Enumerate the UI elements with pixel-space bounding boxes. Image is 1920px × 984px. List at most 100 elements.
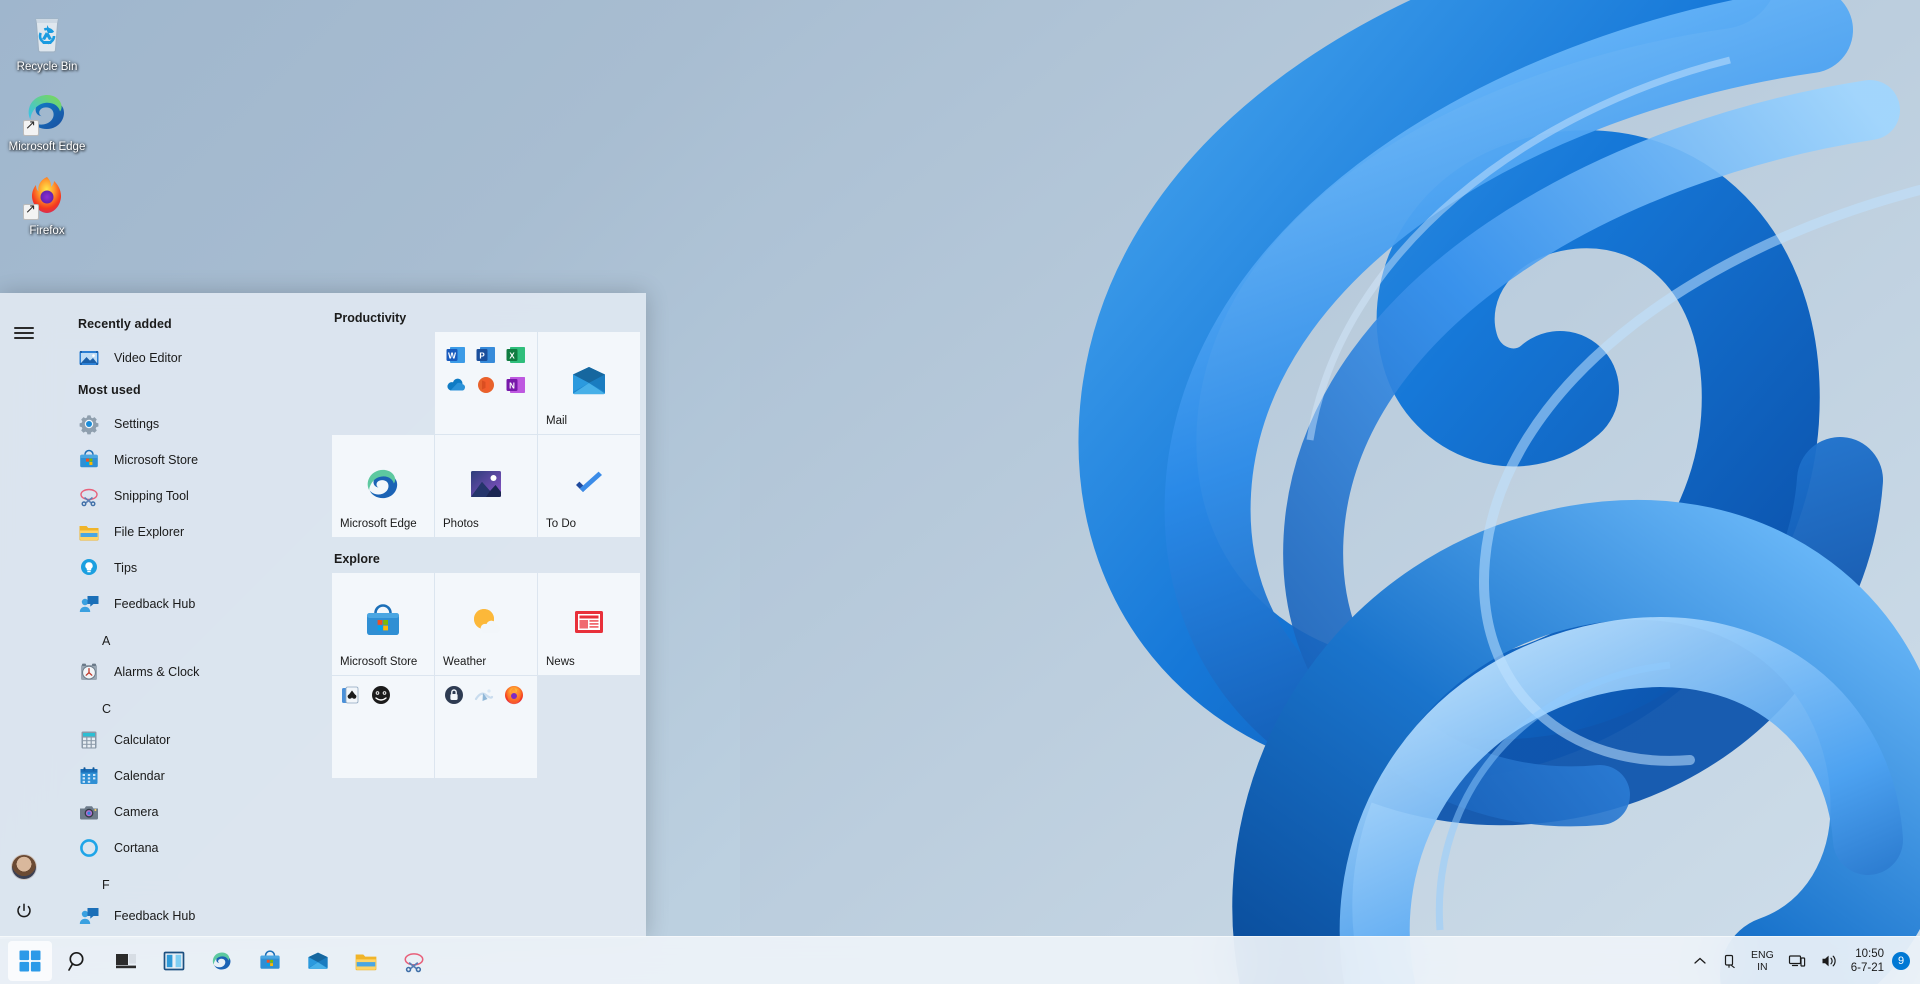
app-list-item-alarms-clock[interactable]: Alarms & Clock [62,654,312,690]
app-list-item-cortana[interactable]: Cortana [62,830,312,866]
app-list-item-microsoft-store[interactable]: Microsoft Store [62,442,312,478]
shortcut-arrow-icon [23,202,39,220]
taskbar-widgets-button[interactable] [152,941,196,981]
taskbar-mail-button[interactable] [296,941,340,981]
tile-grid-explore: Microsoft Store Weather News [332,573,644,779]
mail-icon [306,949,330,973]
tile-to-do[interactable]: To Do [538,435,640,537]
start-menu-rail [0,293,48,939]
app-list-item-settings[interactable]: Settings [62,406,312,442]
microsoft-store-icon [258,949,282,973]
todo-icon [569,464,609,504]
app-list-item-feedback-hub[interactable]: Feedback Hub [62,586,312,622]
start-menu-app-list[interactable]: Recently added Video Editor Most used Se… [48,293,322,939]
language-secondary: IN [1757,960,1768,973]
taskbar-file-explorer-button[interactable] [344,941,388,981]
app-list-item-video-editor[interactable]: Video Editor [62,340,312,376]
feedback-hub-icon [78,593,100,615]
taskbar-microsoft-store-button[interactable] [248,941,292,981]
edge-icon [23,88,71,136]
app-list-item-label: Microsoft Store [114,453,199,467]
app-list-item-file-explorer[interactable]: File Explorer [62,514,312,550]
microsoft-store-icon [363,602,403,642]
app-list-item-calendar[interactable]: Calendar [62,758,312,794]
tray-volume-button[interactable] [1813,941,1845,981]
tray-language-button[interactable]: ENG IN [1744,941,1781,981]
user-account-avatar[interactable] [2,845,46,889]
tile-weather[interactable]: Weather [435,573,537,675]
app-list-item-label: Tips [114,561,138,575]
news-icon [569,602,609,642]
power-button[interactable] [2,889,46,933]
taskbar-task-view-button[interactable] [104,941,148,981]
app-list-letter-f[interactable]: F [62,866,322,898]
svg-text:W: W [448,350,457,360]
recently-added-header: Recently added [78,317,172,331]
windows-start-icon [18,949,42,973]
tile-group-title-productivity: Productivity [334,311,407,325]
app-list-item-feedback-hub-2[interactable]: Feedback Hub [62,898,312,934]
tile-security-folder[interactable] [435,676,537,778]
tile-mail[interactable]: Mail [538,332,640,434]
desktop-icon-label: Microsoft Edge [8,141,86,153]
file-explorer-icon [354,949,378,973]
office-icon [475,374,497,396]
desktop-icon-label: Recycle Bin [16,61,78,73]
solitaire-icon [340,684,362,706]
alarms-clock-icon [78,661,100,683]
tray-network-button[interactable] [1781,941,1813,981]
desktop-icon-recycle-bin[interactable]: Recycle Bin [2,8,92,74]
tile-office-folder[interactable]: W P X N [435,332,537,434]
language-primary: ENG [1750,948,1774,961]
desktop-icon-firefox[interactable]: Firefox [2,172,92,238]
app-list-item-snipping-tool[interactable]: Snipping Tool [62,478,312,514]
tile-photos[interactable]: Photos [435,435,537,537]
taskbar-edge-button[interactable] [200,941,244,981]
tile-label: Mail [546,415,568,427]
taskbar-snipping-tool-button[interactable] [392,941,436,981]
app-list-item-calculator[interactable]: Calculator [62,722,312,758]
app-list-item-label: Feedback Hub [114,597,196,611]
app-list-letter-a[interactable]: A [62,622,322,654]
feedback-hub-icon [78,905,100,927]
app-list-item-label: Alarms & Clock [114,665,200,679]
edge-icon [363,464,403,504]
app-list-letter-c[interactable]: C [62,690,322,722]
recycle-bin-icon [23,8,71,56]
word-icon: W [445,344,467,366]
system-tray: ENG IN 10:50 6-7-21 9 [1686,937,1920,984]
tile-microsoft-store[interactable]: Microsoft Store [332,573,434,675]
start-menu-tiles: Productivity W P X N Mail Microsoft Edge… [322,293,646,939]
most-used-header: Most used [78,383,141,397]
hamburger-menu-icon[interactable] [2,311,46,355]
network-icon [1788,954,1805,967]
wallpaper [740,0,1920,984]
onedrive-icon [445,374,467,396]
file-explorer-icon [78,521,100,543]
tile-label: Weather [443,656,487,668]
mail-icon [569,361,609,401]
tile-games-folder[interactable] [332,676,434,778]
app-list-item-tips[interactable]: Tips [62,550,312,586]
video-editor-icon [78,347,100,369]
tile-empty-slot [332,332,434,434]
app-list-item-label: Snipping Tool [114,489,189,503]
app-list-item-label: Camera [114,805,159,819]
calendar-icon [78,765,100,787]
app-list-item-camera[interactable]: Camera [62,794,312,830]
tray-overflow-button[interactable] [1686,941,1714,981]
taskbar-search-button[interactable] [56,941,100,981]
tile-microsoft-edge[interactable]: Microsoft Edge [332,435,434,537]
clock-and-date[interactable]: 10:50 6-7-21 [1845,947,1892,975]
tile-empty-slot [538,676,640,778]
chevron-up-icon [1694,957,1706,964]
cleaner-icon [473,684,495,706]
tray-usb-button[interactable] [1714,941,1744,981]
calculator-icon [78,729,100,751]
desktop-icon-microsoft-edge[interactable]: Microsoft Edge [2,88,92,154]
usb-eject-icon [1724,954,1735,968]
svg-text:P: P [479,351,485,360]
tile-news[interactable]: News [538,573,640,675]
notification-badge[interactable]: 9 [1892,951,1910,970]
taskbar-start-button[interactable] [8,940,52,981]
